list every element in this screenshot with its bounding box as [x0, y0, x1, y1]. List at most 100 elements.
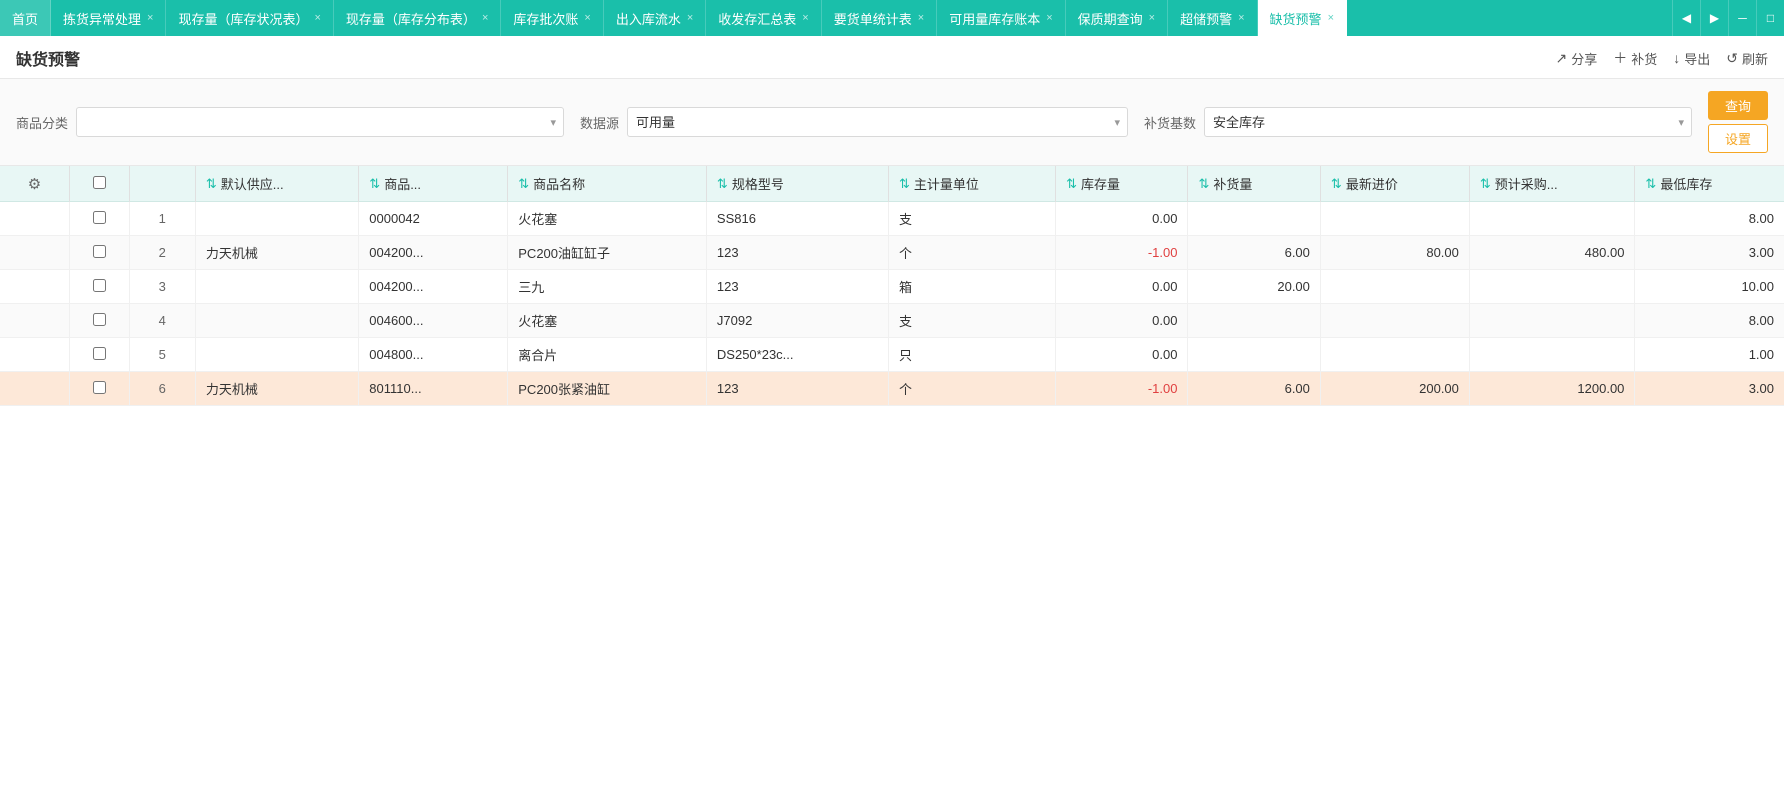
row-name: 离合片	[508, 338, 707, 372]
nav-tab-label-receive-summary: 收发存汇总表	[718, 9, 796, 28]
row-checkbox[interactable]	[93, 211, 106, 224]
row-checkbox[interactable]	[93, 279, 106, 292]
row-replenish	[1188, 202, 1320, 236]
gear-icon[interactable]: ⚙	[28, 176, 41, 193]
nav-tab-inventory-status[interactable]: 现存量（库存状况表）×	[166, 0, 333, 36]
nav-tab-order-stats[interactable]: 要货单统计表×	[822, 0, 937, 36]
datasource-select[interactable]: 可用量	[627, 107, 1128, 137]
row-supplier: 力天机械	[195, 372, 358, 406]
table-row: 5004800...离合片DS250*23c...只0.001.00	[0, 338, 1784, 372]
row-checkbox[interactable]	[93, 313, 106, 326]
nav-tab-expiry-query[interactable]: 保质期查询×	[1066, 0, 1168, 36]
row-name: PC200油缸缸子	[508, 236, 707, 270]
nav-tab-close-in-out-flow[interactable]: ×	[687, 12, 693, 24]
nav-tab-batch-account[interactable]: 库存批次账×	[501, 0, 603, 36]
row-stock: -1.00	[1056, 236, 1188, 270]
nav-tab-close-inventory-status[interactable]: ×	[314, 12, 320, 24]
query-button[interactable]: 查询	[1708, 91, 1768, 120]
row-min-stock: 10.00	[1635, 270, 1784, 304]
row-gear-cell	[0, 372, 70, 406]
row-checkbox[interactable]	[93, 347, 106, 360]
th-replenish-label: 补货量	[1213, 174, 1252, 193]
category-select[interactable]	[76, 107, 564, 137]
row-spec: 123	[706, 372, 888, 406]
row-code: 004800...	[359, 338, 508, 372]
row-check-cell[interactable]	[70, 338, 130, 372]
row-check-cell[interactable]	[70, 270, 130, 304]
row-check-cell[interactable]	[70, 202, 130, 236]
nav-tab-in-out-flow[interactable]: 出入库流水×	[604, 0, 706, 36]
nav-tab-close-inventory-dist[interactable]: ×	[482, 12, 488, 24]
replenish-basis-select[interactable]: 安全库存	[1204, 107, 1692, 137]
filter-bar: 商品分类 ▾ 数据源 可用量 ▾ 补货基数 安全库存	[0, 79, 1784, 166]
th-code[interactable]: ⇅ 商品...	[359, 166, 508, 202]
refresh-button[interactable]: ↺ 刷新	[1726, 49, 1768, 68]
row-min-stock: 3.00	[1635, 236, 1784, 270]
row-checkbox[interactable]	[93, 381, 106, 394]
th-name[interactable]: ⇅ 商品名称	[508, 166, 707, 202]
row-check-cell[interactable]	[70, 304, 130, 338]
row-num: 6	[129, 372, 195, 406]
th-min-stock[interactable]: ⇅ 最低库存	[1635, 166, 1784, 202]
page-header: 缺货预警 ↗ 分享 ＋ 补货 ↓ 导出 ↺ 刷新	[0, 36, 1784, 79]
row-replenish	[1188, 304, 1320, 338]
nav-tab-close-available-ledger[interactable]: ×	[1046, 12, 1052, 24]
nav-tab-inventory-dist[interactable]: 现存量（库存分布表）×	[334, 0, 501, 36]
nav-tab-label-available-ledger: 可用量库存账本	[949, 9, 1040, 28]
row-stock: 0.00	[1056, 202, 1188, 236]
th-unit[interactable]: ⇅ 主计量单位	[889, 166, 1056, 202]
nav-tab-close-abnormal[interactable]: ×	[147, 12, 153, 24]
row-checkbox[interactable]	[93, 245, 106, 258]
nav-tab-overstock[interactable]: 超储预警×	[1168, 0, 1257, 36]
nav-tab-close-expiry-query[interactable]: ×	[1149, 12, 1155, 24]
row-gear-cell	[0, 338, 70, 372]
select-all-checkbox[interactable]	[93, 176, 106, 189]
replenish-icon: ＋	[1613, 48, 1627, 68]
th-spec[interactable]: ⇅ 规格型号	[706, 166, 888, 202]
th-replenish-sort-icon: ⇅	[1198, 176, 1209, 192]
th-stock[interactable]: ⇅ 库存量	[1056, 166, 1188, 202]
th-gear[interactable]: ⚙	[0, 166, 70, 202]
row-code: 801110...	[359, 372, 508, 406]
th-supplier[interactable]: ⇅ 默认供应...	[195, 166, 358, 202]
th-latest-price[interactable]: ⇅ 最新进价	[1320, 166, 1469, 202]
nav-tab-close-receive-summary[interactable]: ×	[802, 12, 808, 24]
datasource-filter-group: 数据源 可用量 ▾	[580, 107, 1128, 137]
nav-tab-home[interactable]: 首页	[0, 0, 51, 36]
settings-button[interactable]: 设置	[1708, 124, 1768, 153]
row-gear-cell	[0, 236, 70, 270]
nav-tab-close-order-stats[interactable]: ×	[918, 12, 924, 24]
nav-left-arrow[interactable]: ◀	[1672, 0, 1700, 36]
row-check-cell[interactable]	[70, 236, 130, 270]
nav-tab-abnormal[interactable]: 拣货异常处理×	[51, 0, 166, 36]
replenish-button[interactable]: ＋ 补货	[1613, 48, 1657, 68]
th-code-sort-icon: ⇅	[369, 176, 380, 192]
nav-tab-shortage[interactable]: 缺货预警×	[1258, 0, 1347, 36]
category-select-wrapper: ▾	[76, 107, 564, 137]
row-unit: 个	[889, 236, 1056, 270]
row-unit: 支	[889, 202, 1056, 236]
nav-tab-close-batch-account[interactable]: ×	[584, 12, 590, 24]
row-num: 3	[129, 270, 195, 304]
nav-tab-receive-summary[interactable]: 收发存汇总表 ×	[706, 0, 821, 36]
nav-tab-close-shortage[interactable]: ×	[1328, 12, 1334, 24]
th-unit-sort-icon: ⇅	[899, 176, 910, 192]
th-replenish[interactable]: ⇅ 补货量	[1188, 166, 1320, 202]
th-est-purchase[interactable]: ⇅ 预计采购...	[1469, 166, 1635, 202]
nav-minimize-btn[interactable]: －	[1728, 0, 1756, 36]
export-button[interactable]: ↓ 导出	[1673, 49, 1710, 68]
row-unit: 支	[889, 304, 1056, 338]
row-latest-price	[1320, 338, 1469, 372]
th-check[interactable]	[70, 166, 130, 202]
row-latest-price	[1320, 304, 1469, 338]
nav-maximize-btn[interactable]: □	[1756, 0, 1784, 36]
nav-tab-available-ledger[interactable]: 可用量库存账本 ×	[937, 0, 1065, 36]
category-label: 商品分类	[16, 113, 68, 132]
row-check-cell[interactable]	[70, 372, 130, 406]
nav-tab-close-overstock[interactable]: ×	[1238, 12, 1244, 24]
table-row: 6力天机械801110...PC200张紧油缸123个-1.006.00200.…	[0, 372, 1784, 406]
data-table: ⚙ ⇅ 默认供应... ⇅ 商	[0, 166, 1784, 406]
row-spec: 123	[706, 236, 888, 270]
share-button[interactable]: ↗ 分享	[1555, 49, 1597, 68]
nav-right-arrow[interactable]: ▶	[1700, 0, 1728, 36]
